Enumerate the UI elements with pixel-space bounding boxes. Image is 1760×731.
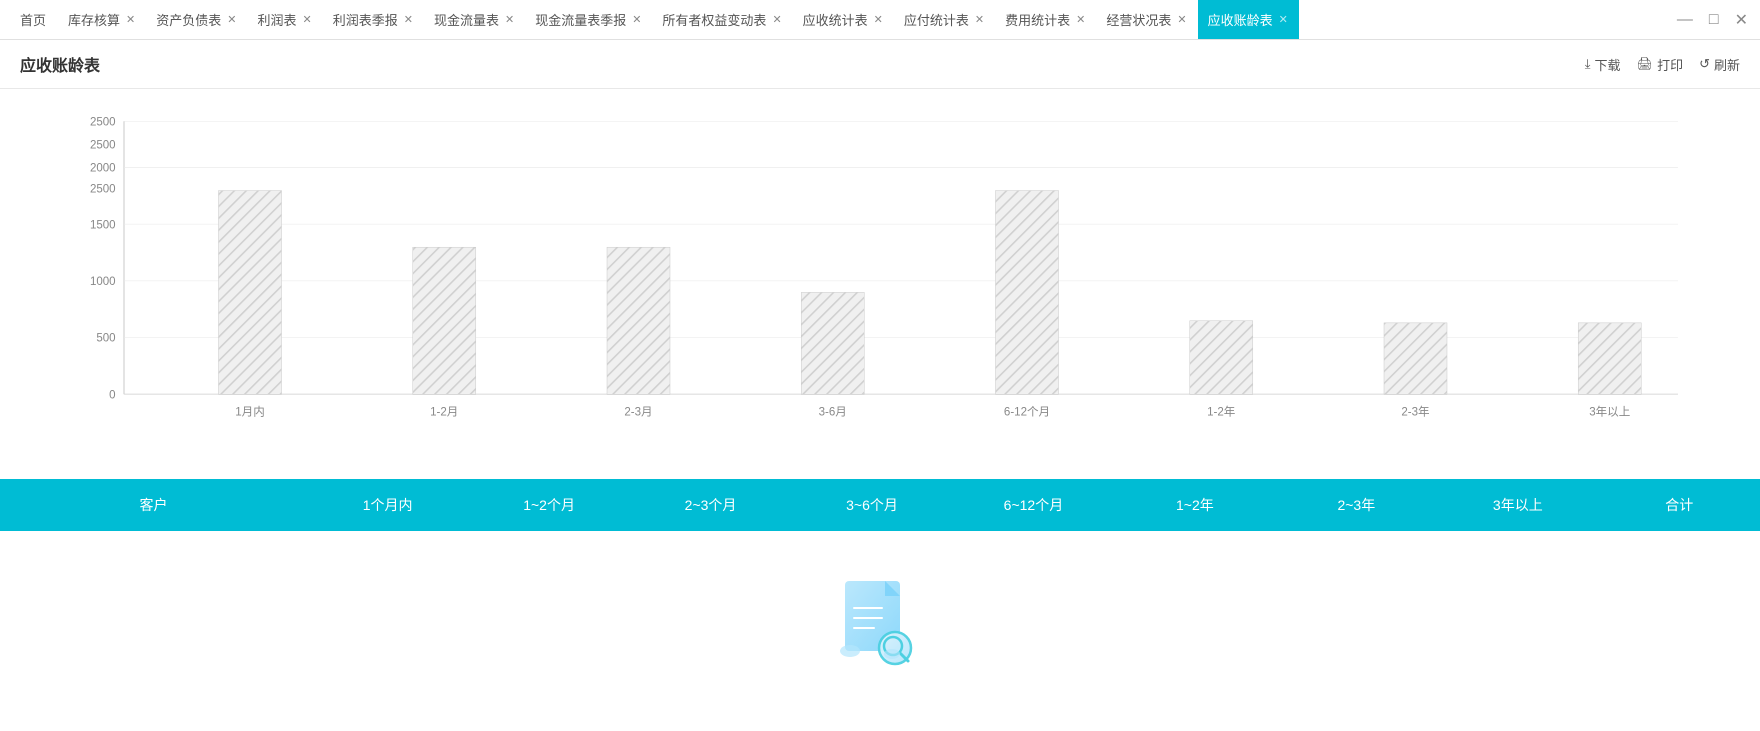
tab-inventory[interactable]: 库存核算 ✕ [58,0,146,40]
svg-text:0: 0 [109,389,115,401]
download-icon: ⤓ [1585,56,1591,72]
svg-text:1-2年: 1-2年 [1207,404,1235,418]
svg-text:2-3年: 2-3年 [1401,404,1429,418]
tab-close-cashflow-quarterly[interactable]: ✕ [632,13,641,26]
tab-close-expense-stat[interactable]: ✕ [1076,13,1085,26]
tab-close-inventory[interactable]: ✕ [126,13,135,26]
tab-close-cashflow[interactable]: ✕ [505,13,514,26]
page-header: 应收账龄表 ⤓ 下载 🖨 打印 ↺ 刷新 [0,40,1760,89]
tab-cashflow[interactable]: 现金流量表 ✕ [424,0,525,40]
svg-text:1500: 1500 [90,219,116,231]
tab-close-profit[interactable]: ✕ [303,13,312,26]
empty-state [0,531,1760,731]
tab-close-ar-stat[interactable]: ✕ [874,13,883,26]
th-total: 合计 [1599,495,1760,515]
tab-operation[interactable]: 经营状况表 ✕ [1096,0,1197,40]
tab-close-ap-stat[interactable]: ✕ [975,13,984,26]
tab-ar-stat[interactable]: 应收统计表 ✕ [793,0,894,40]
bar-1-2month [413,247,476,394]
th-3-6month: 3~6个月 [791,495,952,515]
bar-3yearplus [1578,323,1641,394]
refresh-icon: ↺ [1699,56,1710,72]
svg-text:2500: 2500 [90,140,116,152]
tab-close-profit-quarterly[interactable]: ✕ [404,13,413,26]
header-actions: ⤓ 下载 🖨 打印 ↺ 刷新 [1585,55,1740,74]
svg-text:3-6月: 3-6月 [819,406,847,418]
tab-home[interactable]: 首页 [8,10,58,29]
table-header: 客户 1个月内 1~2个月 2~3个月 3~6个月 6~12个月 1~2年 2~… [0,479,1760,531]
main-content: 0 500 1000 1500 2000 2500 2500 2500 1月内 … [0,89,1760,731]
tab-bar: 首页 库存核算 ✕ 资产负债表 ✕ 利润表 ✕ 利润表季报 ✕ 现金流量表 ✕ … [0,0,1760,40]
tab-close-balance[interactable]: ✕ [227,13,236,26]
svg-text:1-2月: 1-2月 [430,406,458,418]
bar-chart: 0 500 1000 1500 2000 2500 2500 2500 1月内 … [40,109,1720,459]
refresh-button[interactable]: ↺ 刷新 [1699,55,1740,74]
tab-close-ar-aging[interactable]: ✕ [1279,13,1288,26]
svg-text:2500: 2500 [90,116,116,128]
th-1-2month: 1~2个月 [468,495,629,515]
th-2-3month: 2~3个月 [630,495,791,515]
print-button[interactable]: 🖨 打印 [1637,55,1684,74]
svg-text:2000: 2000 [90,163,116,175]
tab-ar-aging[interactable]: 应收账龄表 ✕ [1198,0,1299,40]
th-customer: 客户 [0,495,307,515]
bar-1-2year [1190,321,1253,395]
th-3yearplus: 3年以上 [1437,495,1598,515]
bar-2-3year [1384,323,1447,394]
page-title: 应收账龄表 [20,52,100,76]
download-button[interactable]: ⤓ 下载 [1585,55,1621,74]
bar-1month [219,191,282,395]
empty-illustration [830,576,930,686]
tab-balance[interactable]: 资产负债表 ✕ [146,0,247,40]
tab-profit-quarterly[interactable]: 利润表季报 ✕ [323,0,424,40]
bar-2-3month [607,247,670,394]
svg-text:500: 500 [96,333,115,345]
bar-3-6month [801,292,864,394]
svg-text:6-12个月: 6-12个月 [1004,405,1050,418]
tab-expense-stat[interactable]: 费用统计表 ✕ [995,0,1096,40]
bar-6-12month [996,191,1059,395]
svg-text:1000: 1000 [90,276,116,288]
tab-equity[interactable]: 所有者权益变动表 ✕ [652,0,792,40]
th-6-12month: 6~12个月 [953,495,1114,515]
svg-text:2500: 2500 [90,184,116,196]
close-window-icon[interactable]: ✕ [1731,6,1752,34]
svg-text:3年以上: 3年以上 [1589,404,1630,418]
tab-bar-right: — □ ✕ [1673,6,1752,34]
print-icon: 🖨 [1637,56,1654,72]
minimize-icon[interactable]: — [1673,7,1697,33]
th-1-2year: 1~2年 [1114,495,1275,515]
tab-close-operation[interactable]: ✕ [1177,13,1186,26]
chart-area: 0 500 1000 1500 2000 2500 2500 2500 1月内 … [0,89,1760,479]
tab-cashflow-quarterly[interactable]: 现金流量表季报 ✕ [525,0,652,40]
maximize-icon[interactable]: □ [1705,7,1723,33]
th-1month: 1个月内 [307,495,468,515]
th-2-3year: 2~3年 [1276,495,1437,515]
tab-profit[interactable]: 利润表 ✕ [247,0,322,40]
svg-text:1月内: 1月内 [235,404,264,418]
tab-close-equity[interactable]: ✕ [772,13,781,26]
svg-text:2-3月: 2-3月 [624,406,652,418]
tab-ap-stat[interactable]: 应付统计表 ✕ [894,0,995,40]
